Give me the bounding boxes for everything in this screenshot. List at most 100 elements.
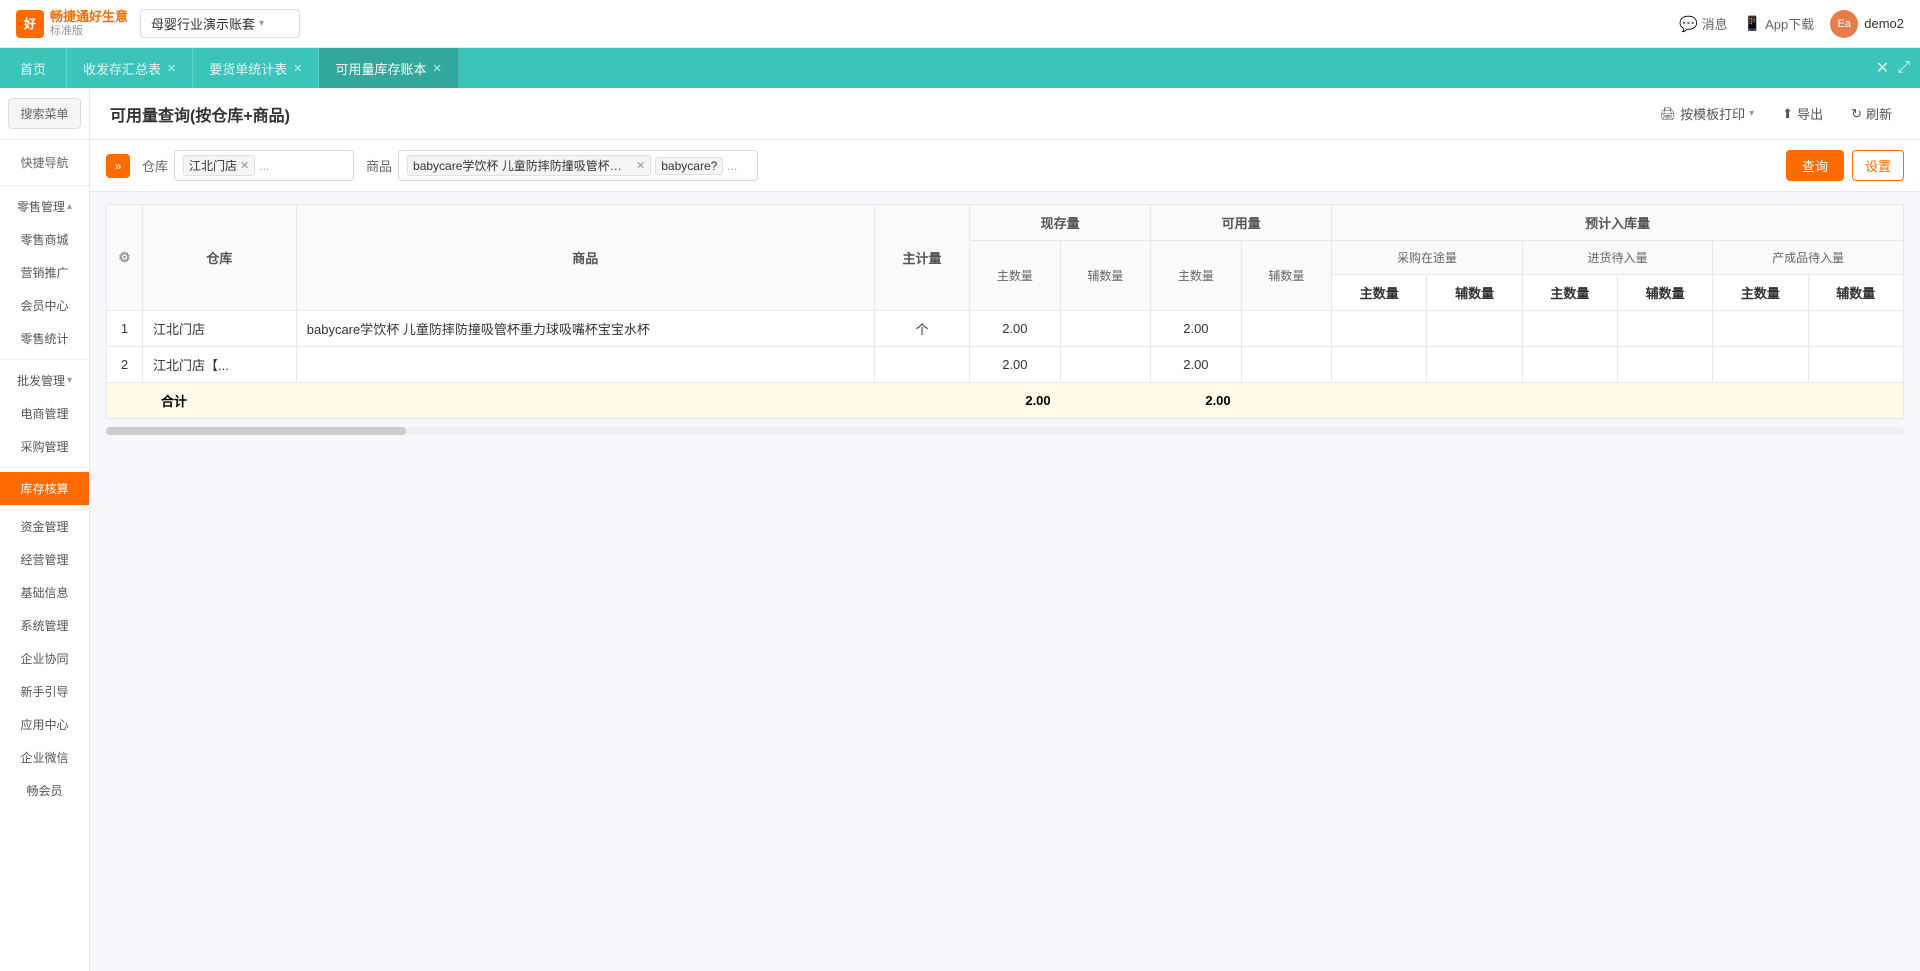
refresh-button[interactable]: ↻ 刷新: [1843, 100, 1900, 127]
search-menu-button[interactable]: 搜索菜单: [8, 98, 81, 129]
row-product-aux: [1808, 311, 1903, 347]
sidebar-item-enterprise[interactable]: 企业协同: [0, 642, 89, 675]
row-product: babycare学饮杯 儿童防摔防撞吸管杯重力球吸嘴杯宝宝水杯: [296, 311, 874, 347]
row-purchase-aux: [1427, 311, 1522, 347]
app-download-button[interactable]: 📱 App下载: [1744, 14, 1815, 33]
sidebar-item-newbie[interactable]: 新手引导: [0, 675, 89, 708]
message-button[interactable]: 💬 消息: [1679, 14, 1728, 33]
page-title: 可用量查询(按仓库+商品): [110, 102, 290, 126]
scrollbar-area: [106, 419, 1904, 439]
page-actions: 🖨 按模板打印 ▾ ⬆ 导出 ↻ 刷新: [1652, 100, 1900, 127]
content-area: 可用量查询(按仓库+商品) 🖨 按模板打印 ▾ ⬆ 导出 ↻ 刷新 »: [90, 88, 1920, 971]
row-product: [296, 347, 874, 383]
sidebar-search-area: 搜索菜单: [0, 88, 89, 140]
col-purchase-sub2-header: 进货待入量: [1522, 241, 1713, 275]
logo-area: 好 畅捷通好生意 标准版: [16, 9, 128, 38]
warehouse-input[interactable]: 江北门店 ✕ ...: [174, 150, 354, 181]
tab-available[interactable]: 可用量库存账本 ✕: [319, 48, 458, 88]
col-product-aux: 辅数量: [1808, 275, 1903, 311]
close-icon[interactable]: ✕: [433, 62, 442, 75]
settings-button[interactable]: 设置: [1852, 150, 1904, 181]
table-row: 1 江北门店 babycare学饮杯 儿童防摔防撞吸管杯重力球吸嘴杯宝宝水杯 个…: [107, 311, 1904, 347]
scrollbar-thumb[interactable]: [106, 427, 406, 435]
footer-avail-main: 2.00: [1173, 393, 1263, 408]
sidebar-item-retail-management[interactable]: 零售管理 ▴: [0, 190, 89, 223]
row-stock-aux: [1060, 311, 1151, 347]
table-footer: 合计 2.00 2.00: [106, 383, 1904, 419]
table-container: ⚙ 仓库 商品 主计量 现存量 可用量 预计入库量 主数量 辅数量 主数量 辅数…: [90, 192, 1920, 971]
more-products-icon[interactable]: ...: [727, 159, 737, 173]
export-button[interactable]: ⬆ 导出: [1774, 100, 1831, 127]
sidebar-item-ecom[interactable]: 电商管理: [0, 397, 89, 430]
avatar: Ea: [1830, 10, 1858, 38]
row-stock-aux: [1060, 347, 1151, 383]
page-header: 可用量查询(按仓库+商品) 🖨 按模板打印 ▾ ⬆ 导出 ↻ 刷新: [90, 88, 1920, 140]
sidebar-quick-nav: 快捷导航: [0, 140, 89, 186]
sidebar-item-app-center[interactable]: 应用中心: [0, 708, 89, 741]
tab-home[interactable]: 首页: [0, 48, 67, 88]
footer-stock-main: 2.00: [993, 393, 1083, 408]
close-icon[interactable]: ✕: [167, 62, 176, 75]
sidebar-section-retail: 零售管理 ▴ 零售商城 营销推广 会员中心 零售统计: [0, 186, 89, 360]
scrollbar-track[interactable]: [106, 427, 1904, 435]
product-filter: 商品 babycare学饮杯 儿童防摔防撞吸管杯重力球吸嘴杯宝宝水杯 ✕ bab…: [366, 150, 758, 181]
col-available-header: 可用量: [1151, 205, 1332, 241]
user-area[interactable]: Ea demo2: [1830, 10, 1904, 38]
tab-receive[interactable]: 收发存汇总表 ✕: [67, 48, 193, 88]
warehouse-filter: 仓库 江北门店 ✕ ...: [142, 150, 354, 181]
col-purchase-sub3-header: 产成品待入量: [1713, 241, 1904, 275]
remove-tag-icon[interactable]: ✕: [240, 159, 249, 172]
sidebar-item-inventory[interactable]: 库存核算: [0, 472, 89, 505]
sidebar-item-wechat[interactable]: 企业微信: [0, 741, 89, 774]
sidebar-item-system[interactable]: 系统管理: [0, 609, 89, 642]
sidebar-item-finance[interactable]: 资金管理: [0, 510, 89, 543]
industry-select[interactable]: 母婴行业演示账套 ▾: [140, 9, 300, 38]
col-stock-header: 现存量: [970, 205, 1151, 241]
sidebar-item-marketing[interactable]: 营销推广: [0, 256, 89, 289]
filter-bar: » 仓库 江北门店 ✕ ... 商品 babycare学饮杯 儿童防摔防撞吸管杯…: [90, 140, 1920, 192]
col-purchase-header: 预计入库量: [1332, 205, 1904, 241]
chevron-down-icon: ▾: [259, 18, 264, 29]
chevron-up-icon: ▴: [67, 201, 72, 212]
sidebar-item-retail-stats[interactable]: 零售统计: [0, 322, 89, 355]
logo-icon: 好: [16, 10, 44, 38]
sidebar-item-ops[interactable]: 经营管理: [0, 543, 89, 576]
row-avail-main: 2.00: [1151, 347, 1242, 383]
product-input[interactable]: babycare学饮杯 儿童防摔防撞吸管杯重力球吸嘴杯宝宝水杯 ✕ babyca…: [398, 150, 758, 181]
close-window-icon[interactable]: ✕: [1876, 58, 1889, 78]
row-index: 1: [107, 311, 143, 347]
query-button[interactable]: 查询: [1786, 150, 1844, 181]
col-incoming-aux: 辅数量: [1618, 275, 1713, 311]
expand-icon[interactable]: ⤢: [1897, 59, 1910, 77]
sidebar-item-purchase[interactable]: 采购管理: [0, 430, 89, 463]
more-icon[interactable]: ...: [259, 159, 269, 173]
remove-tag-icon[interactable]: ✕: [636, 159, 645, 172]
product-tag-1: babycare学饮杯 儿童防摔防撞吸管杯重力球吸嘴杯宝宝水杯 ✕: [407, 155, 651, 176]
tab-order[interactable]: 要货单统计表 ✕: [193, 48, 319, 88]
row-product-main: [1713, 311, 1808, 347]
quick-nav-item[interactable]: 快捷导航: [0, 148, 89, 177]
row-avail-aux: [1241, 311, 1332, 347]
gear-icon[interactable]: ⚙: [118, 249, 131, 265]
sidebar-item-member[interactable]: 会员中心: [0, 289, 89, 322]
refresh-icon: ↻: [1851, 106, 1862, 122]
print-button[interactable]: 🖨 按模板打印 ▾: [1652, 100, 1763, 127]
sidebar-item-wholesale-management[interactable]: 批发管理 ▾: [0, 364, 89, 397]
export-icon: ⬆: [1782, 106, 1793, 122]
sidebar-item-retail-mall[interactable]: 零售商城: [0, 223, 89, 256]
expand-filter-button[interactable]: »: [106, 154, 130, 178]
chevron-down-icon: ▾: [67, 375, 72, 386]
print-icon: 🖨: [1660, 106, 1677, 122]
sidebar: 搜索菜单 快捷导航 零售管理 ▴ 零售商城 营销推广 会员中心 零售统计: [0, 88, 90, 971]
main-layout: 搜索菜单 快捷导航 零售管理 ▴ 零售商城 营销推广 会员中心 零售统计: [0, 88, 1920, 971]
row-incoming-aux: [1618, 347, 1713, 383]
col-stock-aux: 辅数量: [1060, 241, 1151, 311]
sidebar-item-member2[interactable]: 畅会员: [0, 774, 89, 807]
close-icon[interactable]: ✕: [293, 62, 302, 75]
top-bar-right: 💬 消息 📱 App下载 Ea demo2: [1679, 10, 1904, 38]
sidebar-item-basic[interactable]: 基础信息: [0, 576, 89, 609]
top-bar: 好 畅捷通好生意 标准版 母婴行业演示账套 ▾ 💬 消息 📱 App下载 Ea …: [0, 0, 1920, 48]
row-product-main: [1713, 347, 1808, 383]
footer-label: 合计: [153, 391, 913, 410]
row-unit: [874, 347, 969, 383]
